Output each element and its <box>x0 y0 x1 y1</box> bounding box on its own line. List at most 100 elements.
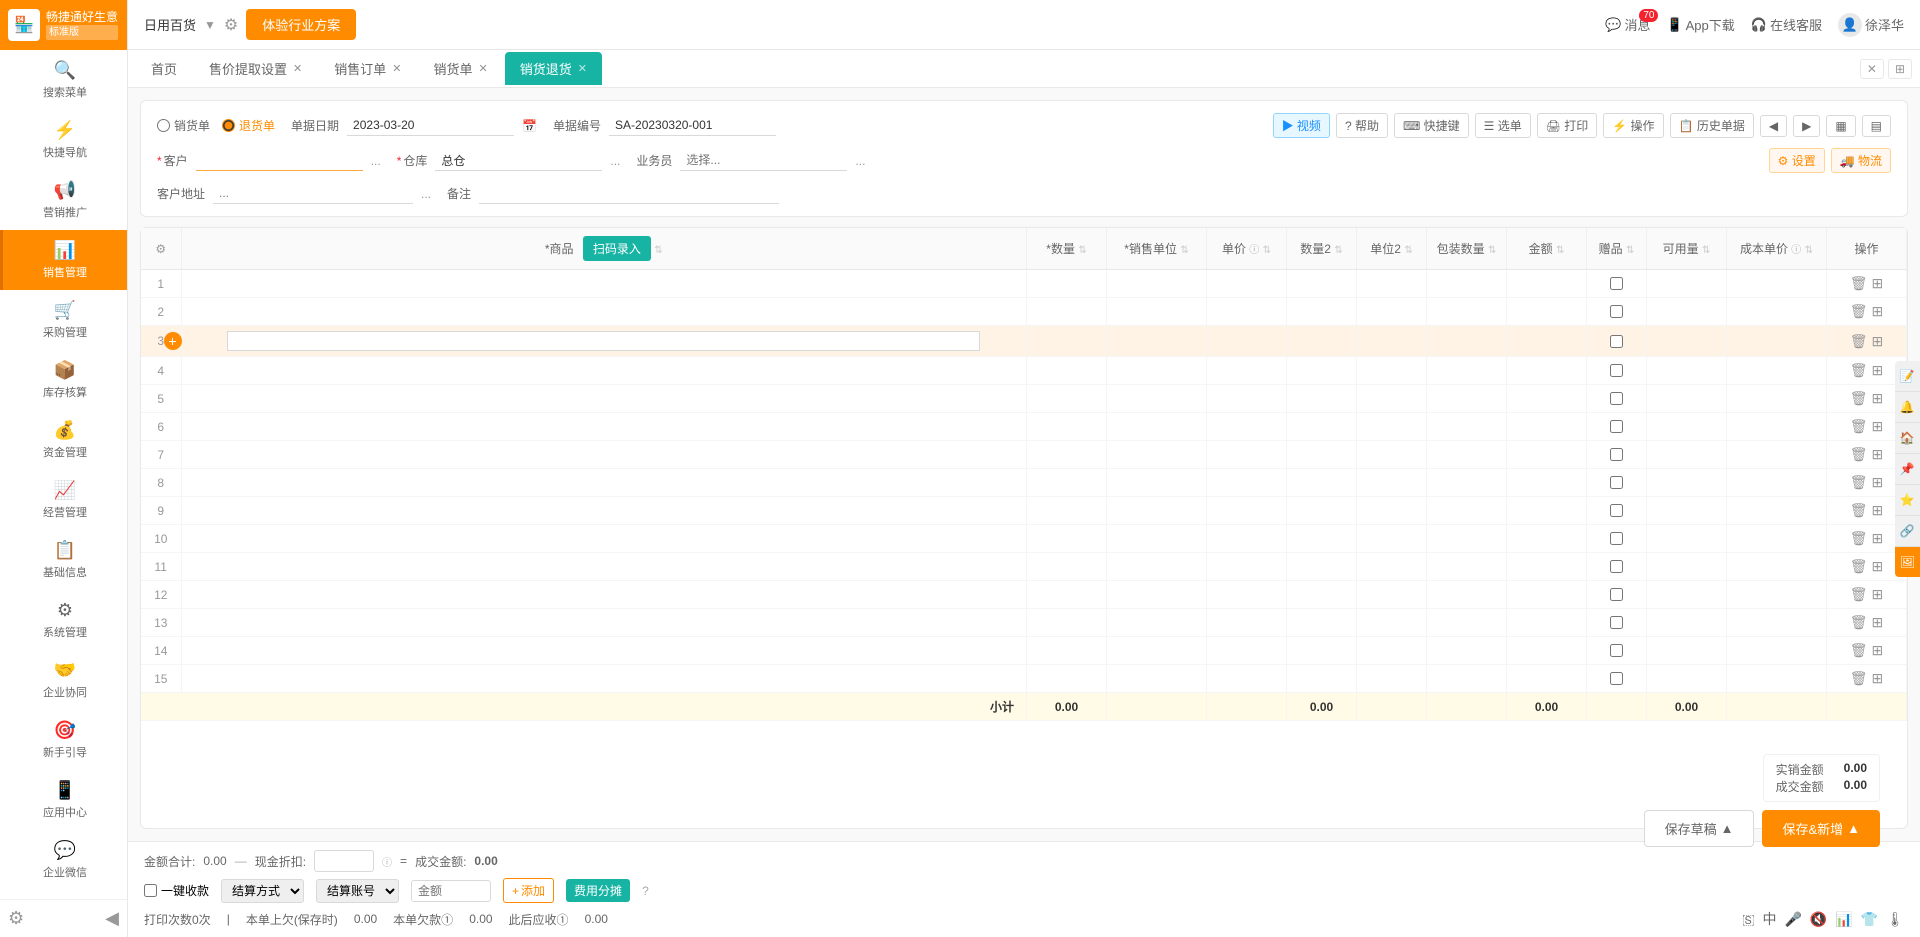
row-copy-9[interactable]: ⊞ <box>1872 530 1884 547</box>
row-copy-1[interactable]: ⊞ <box>1872 303 1884 320</box>
gift-check-8[interactable] <box>1610 504 1623 517</box>
row-avail-10[interactable] <box>1647 553 1727 581</box>
settings-side-btn[interactable]: ⚙ 设置 <box>1769 148 1825 173</box>
row-qty2-12[interactable] <box>1287 609 1357 637</box>
row-avail-0[interactable] <box>1647 270 1727 298</box>
row-pack-4[interactable] <box>1427 385 1507 413</box>
row-copy-5[interactable]: ⊞ <box>1872 418 1884 435</box>
row-amount-1[interactable] <box>1507 298 1587 326</box>
row-copy-14[interactable]: ⊞ <box>1872 670 1884 687</box>
row-delete-10[interactable]: 🗑 <box>1850 558 1868 575</box>
row-unit-10[interactable] <box>1107 553 1207 581</box>
sidebar-item-5[interactable]: 📦库存核算 <box>0 350 127 410</box>
one-click-checkbox[interactable] <box>144 884 157 897</box>
row-price-10[interactable] <box>1207 553 1287 581</box>
add-row-btn[interactable]: + <box>164 332 182 350</box>
float-home-btn[interactable]: 🏠 <box>1895 423 1920 454</box>
row-price-5[interactable] <box>1207 413 1287 441</box>
tab-close-3[interactable]: ✕ <box>479 62 488 75</box>
nav-next-btn[interactable]: ▶ <box>1793 115 1820 137</box>
fee-split-btn[interactable]: 费用分摊 <box>566 879 630 902</box>
row-cost-0[interactable] <box>1727 270 1827 298</box>
row-unit-4[interactable] <box>1107 385 1207 413</box>
gift-check-12[interactable] <box>1610 616 1623 629</box>
row-avail-11[interactable] <box>1647 581 1727 609</box>
calc-method-select[interactable]: 结算方式 <box>221 879 304 903</box>
sidebar-item-0[interactable]: 🔍搜索菜单 <box>0 50 127 110</box>
row-pack-7[interactable] <box>1427 469 1507 497</box>
operate-btn[interactable]: ⚡ 操作 <box>1603 113 1663 138</box>
layout-list-btn[interactable]: ▤ <box>1862 115 1891 137</box>
row-qty-2[interactable] <box>1027 326 1107 357</box>
topbar-settings-btn[interactable]: ⚙ <box>224 15 238 35</box>
row-unit-8[interactable] <box>1107 497 1207 525</box>
sidebar-item-4[interactable]: 🛒采购管理 <box>0 290 127 350</box>
row-price-9[interactable] <box>1207 525 1287 553</box>
row-qty2-6[interactable] <box>1287 441 1357 469</box>
sidebar-item-9[interactable]: ⚙系统管理 <box>0 590 127 650</box>
row-unit-9[interactable] <box>1107 525 1207 553</box>
row-amount-11[interactable] <box>1507 581 1587 609</box>
row-qty-3[interactable] <box>1027 357 1107 385</box>
col-price-info[interactable]: ⓘ <box>1249 245 1259 256</box>
row-cost-5[interactable] <box>1727 413 1827 441</box>
gift-check-6[interactable] <box>1610 448 1623 461</box>
row-amount-4[interactable] <box>1507 385 1587 413</box>
history-btn[interactable]: 📋 历史单据 <box>1670 113 1754 138</box>
row-unit2-14[interactable] <box>1357 665 1427 693</box>
row-amount-7[interactable] <box>1507 469 1587 497</box>
shortcut-btn[interactable]: ⌨ 快捷键 <box>1394 113 1469 138</box>
row-avail-9[interactable] <box>1647 525 1727 553</box>
col-cost-sort[interactable]: ⇅ <box>1805 245 1813 256</box>
row-unit-13[interactable] <box>1107 637 1207 665</box>
row-unit-6[interactable] <box>1107 441 1207 469</box>
row-cost-14[interactable] <box>1727 665 1827 693</box>
row-qty-14[interactable] <box>1027 665 1107 693</box>
gift-check-7[interactable] <box>1610 476 1623 489</box>
row-qty2-5[interactable] <box>1287 413 1357 441</box>
row-unit2-1[interactable] <box>1357 298 1427 326</box>
row-cost-4[interactable] <box>1727 385 1827 413</box>
row-amount-3[interactable] <box>1507 357 1587 385</box>
sidebar-item-1[interactable]: ⚡快捷导航 <box>0 110 127 170</box>
row-product-11[interactable] <box>181 581 1027 609</box>
row-qty-0[interactable] <box>1027 270 1107 298</box>
close-all-tabs-btn[interactable]: ✕ <box>1860 59 1884 79</box>
row-unit-0[interactable] <box>1107 270 1207 298</box>
row-pack-3[interactable] <box>1427 357 1507 385</box>
row-price-0[interactable] <box>1207 270 1287 298</box>
tab-close-1[interactable]: ✕ <box>293 62 302 75</box>
sidebar-item-3[interactable]: 📊销售管理 <box>0 230 127 290</box>
row-unit2-13[interactable] <box>1357 637 1427 665</box>
sidebar-item-7[interactable]: 📈经营管理 <box>0 470 127 530</box>
row-product-14[interactable] <box>181 665 1027 693</box>
gift-check-0[interactable] <box>1610 277 1623 290</box>
col-pack-sort[interactable]: ⇅ <box>1488 245 1496 256</box>
row-unit2-2[interactable] <box>1357 326 1427 357</box>
salesperson-picker-btn[interactable]: ... <box>855 154 865 168</box>
radio-sales[interactable]: 销货单 <box>157 117 210 134</box>
gift-check-13[interactable] <box>1610 644 1623 657</box>
row-copy-12[interactable]: ⊞ <box>1872 614 1884 631</box>
row-copy-11[interactable]: ⊞ <box>1872 586 1884 603</box>
sidebar-item-2[interactable]: 📢营销推广 <box>0 170 127 230</box>
row-cost-2[interactable] <box>1727 326 1827 357</box>
row-pack-11[interactable] <box>1427 581 1507 609</box>
row-amount-13[interactable] <box>1507 637 1587 665</box>
help-btn[interactable]: ? 帮助 <box>1336 113 1388 138</box>
row-delete-12[interactable]: 🗑 <box>1850 614 1868 631</box>
row-unit2-11[interactable] <box>1357 581 1427 609</box>
tab-close-2[interactable]: ✕ <box>392 62 401 75</box>
row-unit2-8[interactable] <box>1357 497 1427 525</box>
float-notes-btn[interactable]: 📝 <box>1895 361 1920 392</box>
product-input-2[interactable] <box>227 331 980 351</box>
tab-3[interactable]: 销货单✕ <box>418 52 502 85</box>
row-price-13[interactable] <box>1207 637 1287 665</box>
row-avail-3[interactable] <box>1647 357 1727 385</box>
remark-input[interactable] <box>479 183 779 204</box>
row-qty2-10[interactable] <box>1287 553 1357 581</box>
row-amount-6[interactable] <box>1507 441 1587 469</box>
row-cost-11[interactable] <box>1727 581 1827 609</box>
float-pin-btn[interactable]: 📌 <box>1895 454 1920 485</box>
row-delete-11[interactable]: 🗑 <box>1850 586 1868 603</box>
